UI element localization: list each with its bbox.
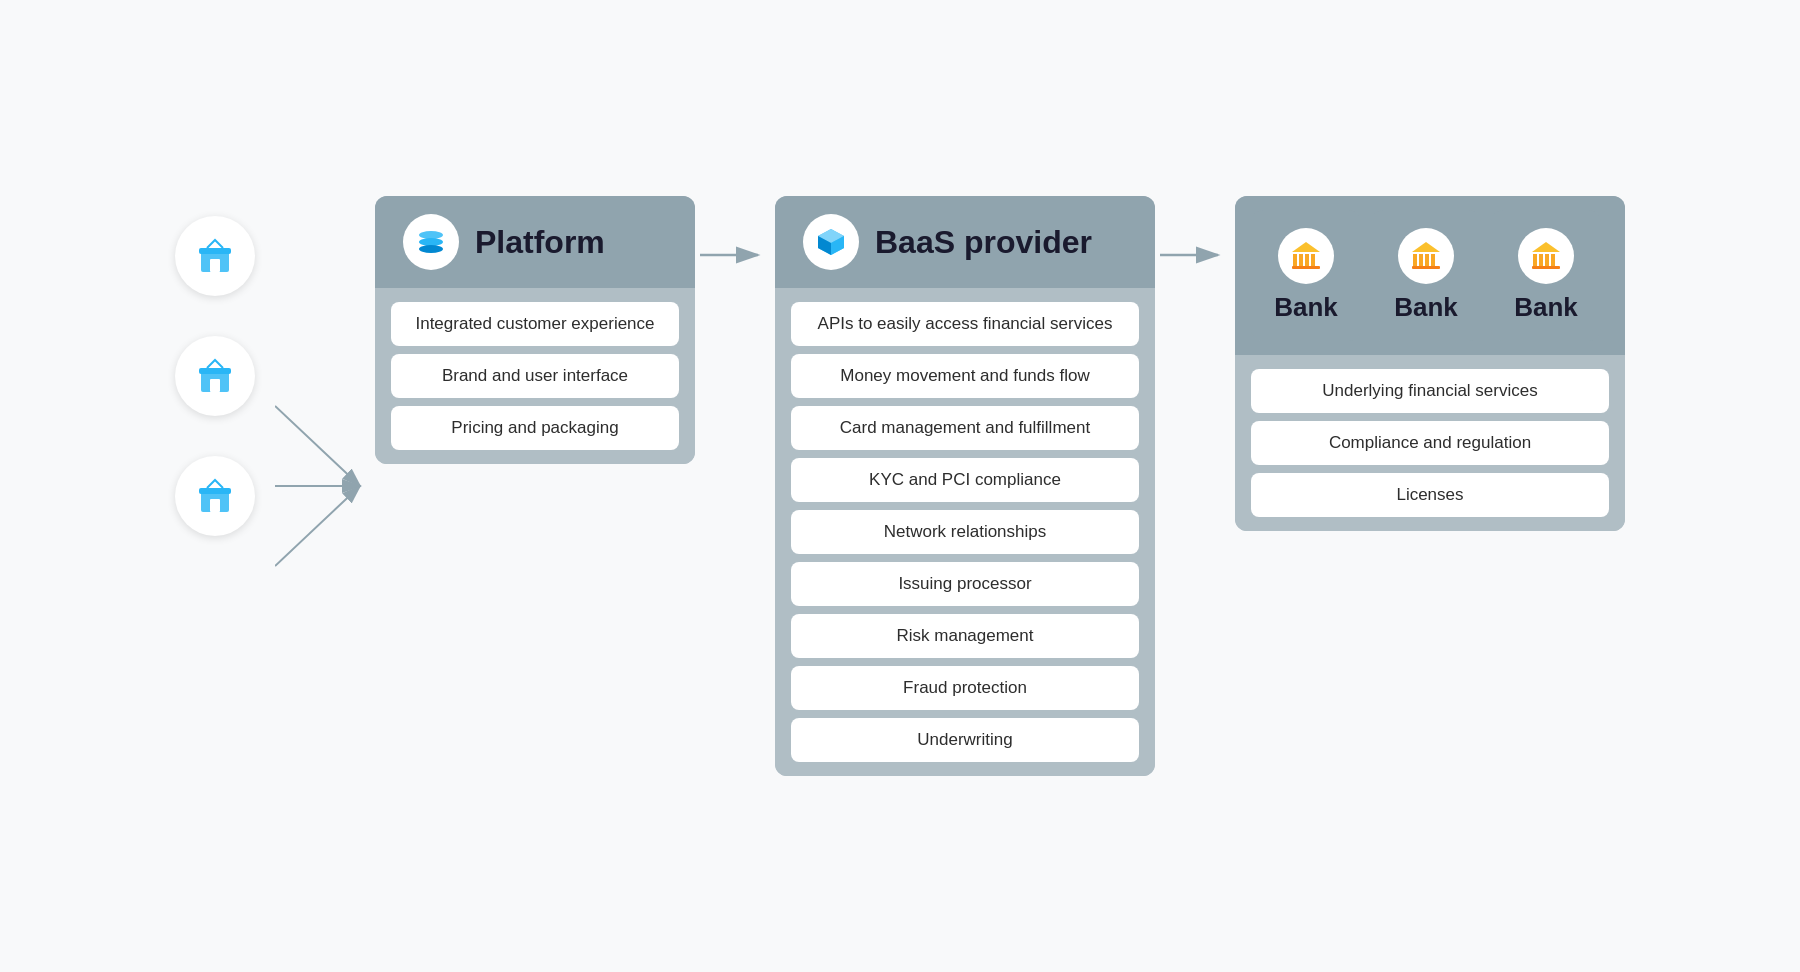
platform-icon xyxy=(403,214,459,270)
svg-rect-2 xyxy=(210,259,220,272)
svg-rect-37 xyxy=(1539,254,1543,266)
banks-items: Underlying financial services Compliance… xyxy=(1235,355,1625,531)
svg-marker-41 xyxy=(1532,242,1560,252)
svg-line-10 xyxy=(275,406,360,486)
platform-item-1: Integrated customer experience xyxy=(391,302,679,346)
diagram: Platform Integrated customer experience … xyxy=(135,156,1665,816)
platform-box: Platform Integrated customer experience … xyxy=(375,196,695,464)
svg-marker-29 xyxy=(1292,242,1320,252)
baas-item-5: Network relationships xyxy=(791,510,1139,554)
stores-to-platform-connector xyxy=(275,196,375,776)
store-icon-1 xyxy=(175,216,255,296)
banks-box: Bank Bank xyxy=(1235,196,1625,531)
baas-item-6: Issuing processor xyxy=(791,562,1139,606)
svg-rect-4 xyxy=(199,368,231,374)
platform-title: Platform xyxy=(475,224,605,261)
svg-marker-35 xyxy=(1412,242,1440,252)
svg-line-12 xyxy=(275,486,360,566)
svg-rect-40 xyxy=(1532,266,1560,269)
bank-item-2: Compliance and regulation xyxy=(1251,421,1609,465)
svg-rect-32 xyxy=(1425,254,1429,266)
bank-icon-1 xyxy=(1278,228,1334,284)
banks-header: Bank Bank xyxy=(1235,196,1625,355)
baas-item-4: KYC and PCI compliance xyxy=(791,458,1139,502)
baas-item-8: Fraud protection xyxy=(791,666,1139,710)
baas-item-3: Card management and fulfillment xyxy=(791,406,1139,450)
svg-rect-30 xyxy=(1413,254,1417,266)
svg-rect-1 xyxy=(199,248,231,254)
baas-item-7: Risk management xyxy=(791,614,1139,658)
bank-item-1: Underlying financial services xyxy=(1251,369,1609,413)
svg-rect-7 xyxy=(199,488,231,494)
svg-rect-8 xyxy=(210,499,220,512)
bank-label-3: Bank xyxy=(1514,292,1578,323)
bank-item-3: Licenses xyxy=(1251,473,1609,517)
svg-rect-25 xyxy=(1299,254,1303,266)
svg-rect-39 xyxy=(1551,254,1555,266)
store-icon-3 xyxy=(175,456,255,536)
svg-rect-34 xyxy=(1412,266,1440,269)
bank-label-2: Bank xyxy=(1394,292,1458,323)
platform-item-2: Brand and user interface xyxy=(391,354,679,398)
bank-label-1: Bank xyxy=(1274,292,1338,323)
baas-title: BaaS provider xyxy=(875,224,1092,261)
baas-item-2: Money movement and funds flow xyxy=(791,354,1139,398)
baas-header: BaaS provider xyxy=(775,196,1155,288)
bank-icon-3 xyxy=(1518,228,1574,284)
svg-rect-33 xyxy=(1431,254,1435,266)
platform-header: Platform xyxy=(375,196,695,288)
baas-box: BaaS provider APIs to easily access fina… xyxy=(775,196,1155,776)
baas-icon xyxy=(803,214,859,270)
svg-point-14 xyxy=(419,238,443,246)
svg-rect-28 xyxy=(1292,266,1320,269)
bank-box-2: Bank xyxy=(1371,210,1481,341)
bank-box-1: Bank xyxy=(1251,210,1361,341)
baas-item-1: APIs to easily access financial services xyxy=(791,302,1139,346)
platform-item-3: Pricing and packaging xyxy=(391,406,679,450)
platform-items: Integrated customer experience Brand and… xyxy=(375,288,695,464)
stores-column xyxy=(175,216,255,536)
svg-rect-27 xyxy=(1311,254,1315,266)
svg-rect-24 xyxy=(1293,254,1297,266)
svg-point-15 xyxy=(419,245,443,253)
bank-icon-2 xyxy=(1398,228,1454,284)
platform-to-baas-arrow xyxy=(695,240,775,270)
baas-items: APIs to easily access financial services… xyxy=(775,288,1155,776)
svg-rect-26 xyxy=(1305,254,1309,266)
svg-rect-5 xyxy=(210,379,220,392)
store-icon-2 xyxy=(175,336,255,416)
svg-rect-36 xyxy=(1533,254,1537,266)
svg-point-13 xyxy=(419,231,443,239)
baas-to-banks-arrow xyxy=(1155,240,1235,270)
svg-rect-38 xyxy=(1545,254,1549,266)
baas-item-9: Underwriting xyxy=(791,718,1139,762)
svg-rect-31 xyxy=(1419,254,1423,266)
bank-box-3: Bank xyxy=(1491,210,1601,341)
